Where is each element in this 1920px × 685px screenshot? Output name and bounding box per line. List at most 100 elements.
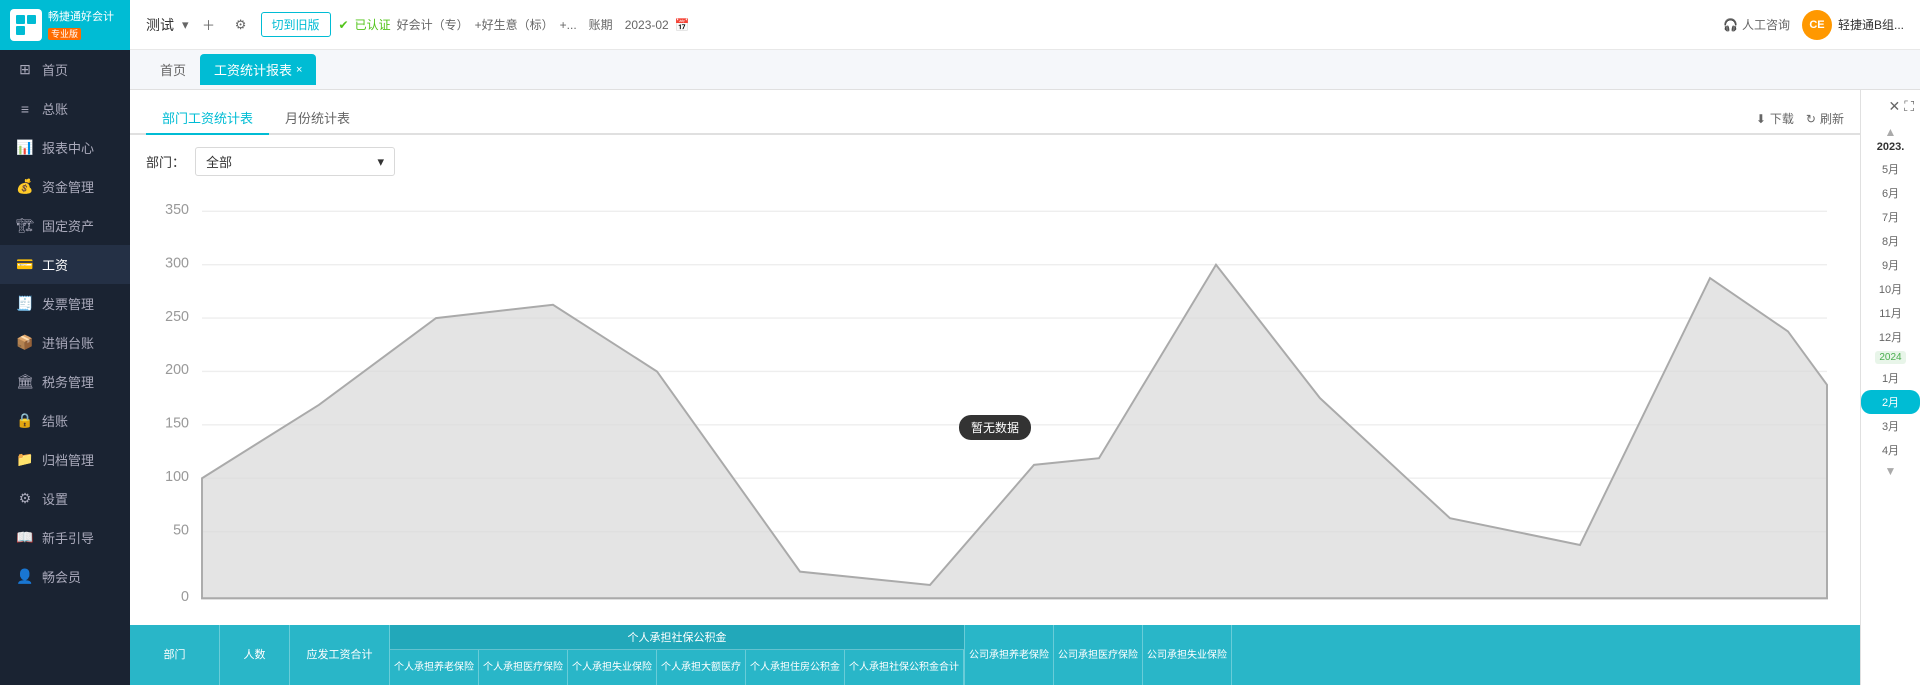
sidebar-item-label: 工资 xyxy=(42,255,68,274)
panel-close-icon[interactable]: ✕ xyxy=(1888,98,1900,115)
chart-tooltip: 暂无数据 xyxy=(959,415,1031,440)
content-area: 部门工资统计表 月份统计表 ⬇ 下载 ↻ 刷新 xyxy=(130,90,1920,685)
th-dept: 部门 xyxy=(130,625,220,685)
sidebar-item-settings[interactable]: ⚙ 设置 xyxy=(0,479,130,518)
sidebar-item-label: 设置 xyxy=(42,489,68,508)
main-area: 测试 ▾ ＋ ⚙ 切到旧版 ✔ 已认证 好会计（专） +好生意（标） +... … xyxy=(130,0,1920,685)
sidebar-item-sales[interactable]: 📦 进销台账 xyxy=(0,323,130,362)
report-icon: 📊 xyxy=(16,139,34,156)
download-button[interactable]: ⬇ 下载 xyxy=(1756,110,1794,127)
year-2023-label: 2023. xyxy=(1877,141,1905,153)
sidebar-item-archive[interactable]: 📁 归档管理 xyxy=(0,440,130,479)
dept-select-chevron: ▾ xyxy=(377,154,384,170)
month-6[interactable]: 6月 xyxy=(1861,181,1920,205)
svg-text:0: 0 xyxy=(181,589,189,605)
ledger-icon: ≡ xyxy=(16,101,34,117)
tab-home[interactable]: 首页 xyxy=(146,54,200,85)
svg-text:200: 200 xyxy=(165,362,189,378)
month-2-active[interactable]: 2月 xyxy=(1861,390,1920,414)
sidebar-item-fixed-assets[interactable]: 🏗 固定资产 xyxy=(0,206,130,245)
month-10[interactable]: 10月 xyxy=(1861,277,1920,301)
service-label: 人工咨询 xyxy=(1742,16,1790,33)
salary-icon: 💳 xyxy=(16,256,34,273)
th-personal-total: 个人承担社保公积金合计 xyxy=(845,650,964,685)
sidebar-item-label: 新手引导 xyxy=(42,528,94,547)
sidebar-item-salary[interactable]: 💳 工资 xyxy=(0,245,130,284)
app-logo: 畅捷通好会计 专业版 xyxy=(0,0,130,50)
month-3[interactable]: 3月 xyxy=(1861,414,1920,438)
subtabs-right: ⬇ 下载 ↻ 刷新 xyxy=(1756,110,1844,133)
sidebar-item-tax[interactable]: 🏛 税务管理 xyxy=(0,362,130,401)
invoice-icon: 🧾 xyxy=(16,295,34,312)
sidebar-item-label: 报表中心 xyxy=(42,138,94,157)
sales-icon: 📦 xyxy=(16,334,34,351)
month-11[interactable]: 11月 xyxy=(1861,301,1920,325)
sidebar-item-member[interactable]: 👤 畅会员 xyxy=(0,557,130,596)
verified-label: 已认证 xyxy=(355,16,391,33)
calendar-icon[interactable]: 📅 xyxy=(675,18,690,32)
scroll-down-icon[interactable]: ▼ xyxy=(1883,462,1899,480)
month-1[interactable]: 1月 xyxy=(1861,366,1920,390)
th-group-personal: 个人承担社保公积金 个人承担养老保险 个人承担医疗保险 个人承担失业保险 xyxy=(390,625,965,685)
sidebar-item-fund-management[interactable]: 💰 资金管理 xyxy=(0,167,130,206)
company-dropdown-icon[interactable]: ▾ xyxy=(182,17,189,33)
panel-expand-icon[interactable]: ⛶ xyxy=(1904,98,1914,115)
sidebar-item-close[interactable]: 🔒 结账 xyxy=(0,401,130,440)
refresh-button[interactable]: ↻ 刷新 xyxy=(1806,110,1844,127)
period-label: 账期 xyxy=(589,16,613,33)
headset-icon: 🎧 xyxy=(1723,18,1738,32)
dept-select[interactable]: 全部 ▾ xyxy=(195,147,395,176)
subtab-dept[interactable]: 部门工资统计表 xyxy=(146,102,269,135)
tab-home-label: 首页 xyxy=(160,60,186,79)
sidebar-item-report-center[interactable]: 📊 报表中心 xyxy=(0,128,130,167)
avatar: CE xyxy=(1802,10,1832,40)
tab-salary-report[interactable]: 工资统计报表 × xyxy=(200,54,316,85)
table-header: 部门 人数 应发工资合计 个人承担社保公积金 个人承担养老保险 xyxy=(130,625,1860,685)
th-group-title: 个人承担社保公积金 xyxy=(390,625,964,650)
add-button[interactable]: ＋ xyxy=(197,13,221,37)
scroll-up-icon[interactable]: ▲ xyxy=(1883,123,1899,141)
month-5[interactable]: 5月 xyxy=(1861,157,1920,181)
avatar-initials: CE xyxy=(1809,19,1824,31)
content-main: 部门工资统计表 月份统计表 ⬇ 下载 ↻ 刷新 xyxy=(130,90,1860,685)
svg-text:300: 300 xyxy=(165,255,189,271)
th-personal-major-medical: 个人承担大额医疗 xyxy=(657,650,746,685)
th-personal-housing: 个人承担住房公积金 xyxy=(746,650,845,685)
human-service-button[interactable]: 🎧 人工咨询 xyxy=(1723,16,1790,33)
svg-text:150: 150 xyxy=(165,415,189,431)
topbar: 测试 ▾ ＋ ⚙ 切到旧版 ✔ 已认证 好会计（专） +好生意（标） +... … xyxy=(130,0,1920,50)
month-9[interactable]: 9月 xyxy=(1861,253,1920,277)
month-7[interactable]: 7月 xyxy=(1861,205,1920,229)
svg-text:350: 350 xyxy=(165,202,189,218)
sidebar-item-invoice[interactable]: 🧾 发票管理 xyxy=(0,284,130,323)
sidebar-item-label: 首页 xyxy=(42,60,68,79)
sidebar-item-guide[interactable]: 📖 新手引导 xyxy=(0,518,130,557)
guide-icon: 📖 xyxy=(16,529,34,546)
sidebar-item-label: 资金管理 xyxy=(42,177,94,196)
month-12[interactable]: 12月 xyxy=(1861,325,1920,349)
app-name: 畅捷通好会计 xyxy=(48,10,114,24)
switch-version-button[interactable]: 切到旧版 xyxy=(261,12,331,37)
filter-label: 部门： xyxy=(146,152,185,171)
tabbar: 首页 工资统计报表 × xyxy=(130,50,1920,90)
user-name[interactable]: 轻捷通B组... xyxy=(1838,16,1904,33)
tax-icon: 🏛 xyxy=(16,373,34,390)
month-8[interactable]: 8月 xyxy=(1861,229,1920,253)
settings-gear-icon[interactable]: ⚙ xyxy=(229,13,253,37)
dept-select-value: 全部 xyxy=(206,152,232,171)
chart-area: 350 300 250 200 150 100 50 0 xyxy=(130,188,1860,625)
tag-good-biz: +好生意（标） xyxy=(475,16,554,33)
sidebar-item-home[interactable]: ⊞ 首页 xyxy=(0,50,130,89)
sidebar-item-label: 归档管理 xyxy=(42,450,94,469)
subtab-month[interactable]: 月份统计表 xyxy=(269,102,366,135)
sidebar-item-label: 发票管理 xyxy=(42,294,94,313)
th-personal-pension: 个人承担养老保险 xyxy=(390,650,479,685)
month-4[interactable]: 4月 xyxy=(1861,438,1920,462)
sidebar-item-general-ledger[interactable]: ≡ 总账 xyxy=(0,89,130,128)
subtabs-left: 部门工资统计表 月份统计表 xyxy=(146,102,366,133)
download-label: 下载 xyxy=(1770,110,1794,127)
tag-good-account: 好会计（专） xyxy=(397,16,469,33)
panel-controls: ✕ ⛶ xyxy=(1861,98,1920,123)
tab-close-icon[interactable]: × xyxy=(296,64,302,76)
sidebar-item-label: 畅会员 xyxy=(42,567,81,586)
